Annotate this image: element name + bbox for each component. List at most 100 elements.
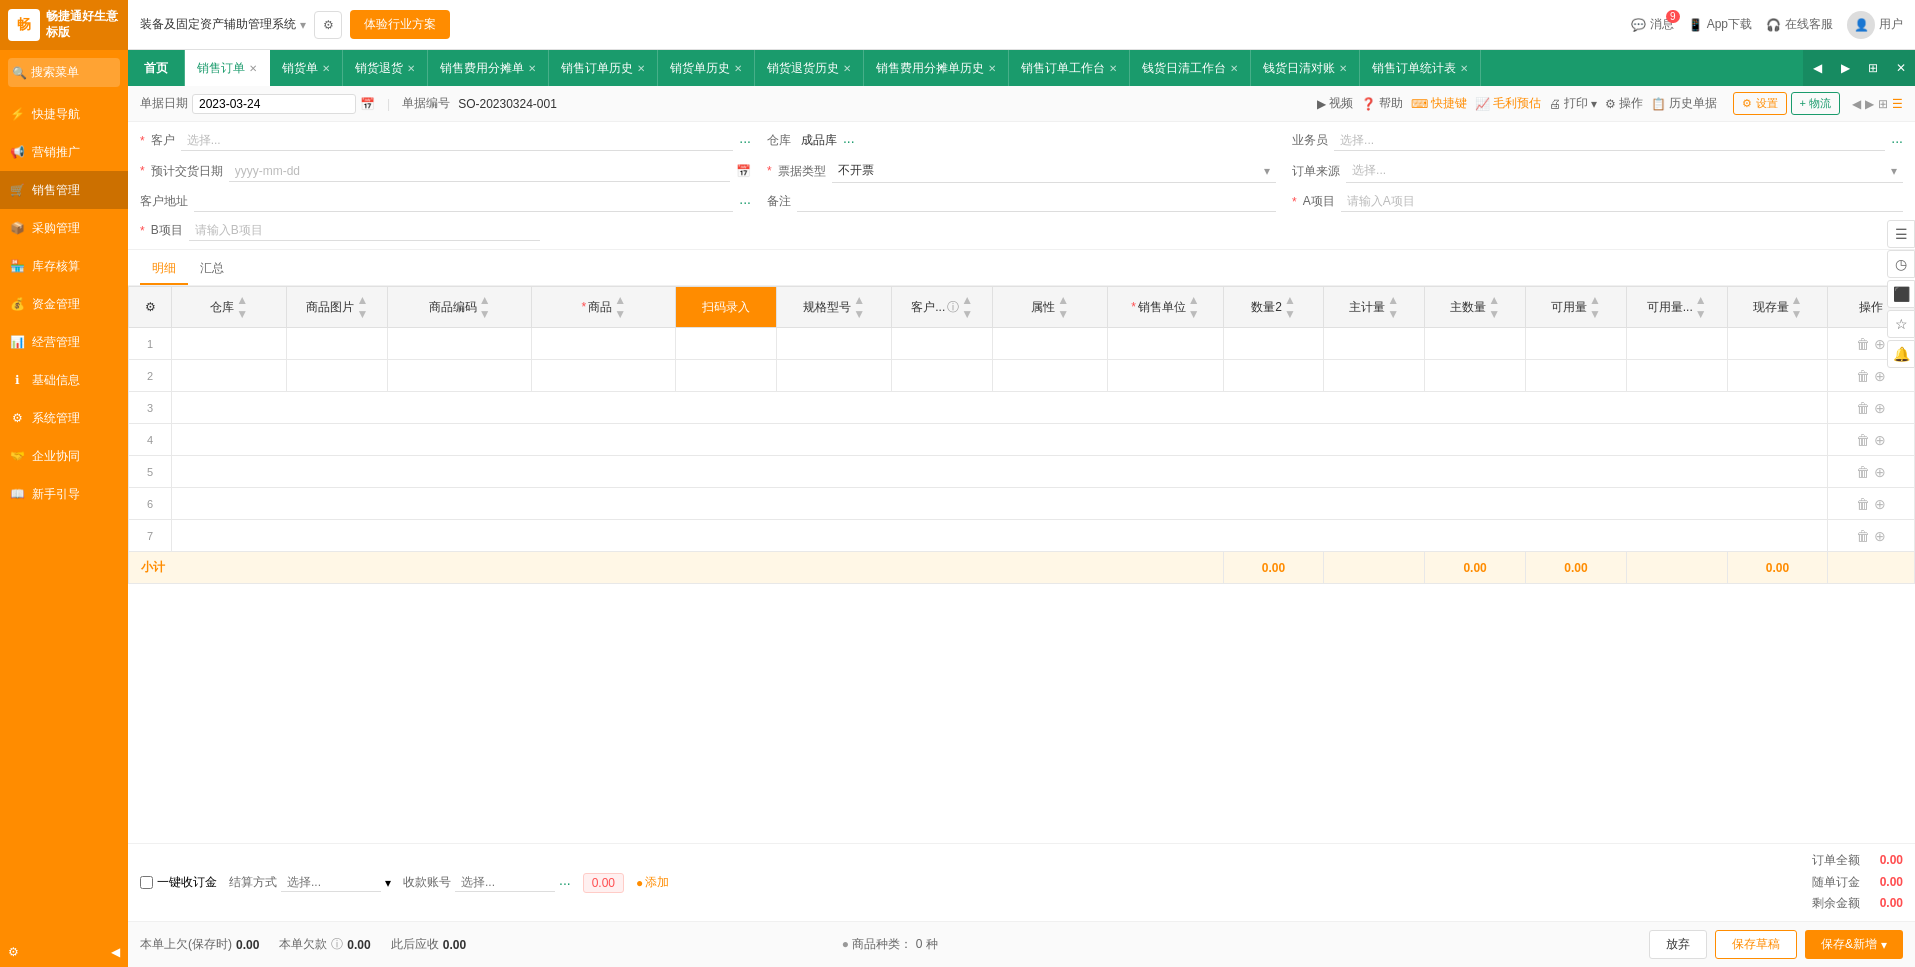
float-clock-btn[interactable]: ◷ — [1887, 250, 1915, 278]
tab-home[interactable]: 首页 — [128, 50, 185, 86]
tab-return-history[interactable]: 销货退货历史 ✕ — [755, 50, 864, 86]
video-btn[interactable]: ▶ 视频 — [1317, 95, 1353, 112]
sidebar-item-quicknav[interactable]: ⚡ 快捷导航 — [0, 95, 128, 133]
search-menu-button[interactable]: 🔍 搜索菜单 — [8, 58, 120, 87]
profit-estimate-btn[interactable]: 📈 毛利预估 — [1475, 95, 1541, 112]
tab-close-reconciliation[interactable]: ✕ — [1339, 63, 1347, 74]
copy-row-1-icon[interactable]: ⊕ — [1874, 336, 1886, 352]
sidebar-item-info[interactable]: ℹ 基础信息 — [0, 361, 128, 399]
tab-expand-icon[interactable]: ⊞ — [1859, 50, 1887, 86]
cell-spec-2[interactable] — [777, 360, 892, 392]
user-menu-button[interactable]: 👤 用户 — [1847, 11, 1903, 39]
cell-qty2-1[interactable] — [1223, 328, 1324, 360]
product-count-info-icon[interactable]: ● — [842, 937, 849, 951]
cell-image-2[interactable] — [287, 360, 388, 392]
save-dropdown-icon[interactable]: ▾ — [1881, 938, 1887, 952]
sort-icon-available2[interactable]: ▲▼ — [1695, 293, 1707, 321]
sidebar-item-purchase[interactable]: 📦 采购管理 — [0, 209, 128, 247]
cell-unit-2[interactable] — [1108, 360, 1223, 392]
tab-daily-workbench[interactable]: 钱货日清工作台 ✕ — [1130, 50, 1251, 86]
cell-avail2-1[interactable] — [1626, 328, 1727, 360]
add-payment-button[interactable]: ● 添加 — [636, 874, 669, 891]
cell-attr-2[interactable] — [993, 360, 1108, 392]
sort-icon-custcode[interactable]: ▲▼ — [961, 293, 973, 321]
a-project-input[interactable] — [1341, 191, 1903, 212]
tab-sales-order[interactable]: 销售订单 ✕ — [185, 50, 270, 86]
sort-icon-main-unit[interactable]: ▲▼ — [1387, 293, 1399, 321]
customer-more-icon[interactable]: ··· — [739, 133, 751, 149]
address-more-icon[interactable]: ··· — [739, 194, 751, 210]
save-new-button[interactable]: 保存&新增 ▾ — [1805, 930, 1903, 959]
next-record-icon[interactable]: ▶ — [1865, 97, 1874, 111]
sort-icon-spec[interactable]: ▲▼ — [853, 293, 865, 321]
date-input[interactable] — [192, 94, 356, 114]
delete-row-4-icon[interactable]: 🗑 — [1856, 432, 1870, 448]
delete-row-5-icon[interactable]: 🗑 — [1856, 464, 1870, 480]
sidebar-item-collab[interactable]: 🤝 企业协同 — [0, 437, 128, 475]
copy-row-5-icon[interactable]: ⊕ — [1874, 464, 1886, 480]
sort-icon-image[interactable]: ▲▼ — [356, 293, 368, 321]
cell-code-2[interactable] — [388, 360, 532, 392]
prev-record-icon[interactable]: ◀ — [1852, 97, 1861, 111]
cell-mainunit-2[interactable] — [1324, 360, 1425, 392]
tab-statistics[interactable]: 销售订单统计表 ✕ — [1360, 50, 1481, 86]
copy-row-6-icon[interactable]: ⊕ — [1874, 496, 1886, 512]
calendar-icon[interactable]: 📅 — [360, 97, 375, 111]
cell-mainqty-1[interactable] — [1425, 328, 1526, 360]
customer-address-input[interactable] — [194, 191, 733, 212]
sort-icon-product[interactable]: ▲▼ — [614, 293, 626, 321]
cell-spec-1[interactable] — [777, 328, 892, 360]
tab-close-daily-workbench[interactable]: ✕ — [1230, 63, 1238, 74]
b-project-input[interactable] — [189, 220, 540, 241]
delete-row-3-icon[interactable]: 🗑 — [1856, 400, 1870, 416]
action-btn[interactable]: ⚙ 操作 — [1605, 95, 1643, 112]
tab-close-invoice-history[interactable]: ✕ — [734, 63, 742, 74]
tab-invoice-history[interactable]: 销货单历史 ✕ — [658, 50, 755, 86]
tab-order-workbench[interactable]: 销售订单工作台 ✕ — [1009, 50, 1130, 86]
cell-image-1[interactable] — [287, 328, 388, 360]
float-menu-btn[interactable]: ☰ — [1887, 220, 1915, 248]
sort-icon-code[interactable]: ▲▼ — [479, 293, 491, 321]
grid-view-icon[interactable]: ⊞ — [1878, 97, 1888, 111]
online-service-button[interactable]: 🎧 在线客服 — [1766, 16, 1833, 33]
sort-icon-attribute[interactable]: ▲▼ — [1057, 293, 1069, 321]
invoice-type-select[interactable]: 不开票 ▾ — [832, 159, 1276, 183]
one-click-checkbox[interactable]: 一键收订金 — [140, 874, 217, 891]
collapse-icon[interactable]: ◀ — [111, 945, 120, 959]
staff-input[interactable] — [1334, 130, 1885, 151]
tab-close-sales-expense[interactable]: ✕ — [528, 63, 536, 74]
print-btn[interactable]: 🖨 打印 ▾ — [1549, 95, 1597, 112]
cell-scan-2[interactable] — [676, 360, 777, 392]
tab-sales-return[interactable]: 销货退货 ✕ — [343, 50, 428, 86]
sidebar-item-operation[interactable]: 📊 经营管理 — [0, 323, 128, 361]
cell-code-1[interactable] — [388, 328, 532, 360]
sidebar-item-guide[interactable]: 📖 新手引导 — [0, 475, 128, 513]
cell-qty2-2[interactable] — [1223, 360, 1324, 392]
save-draft-button[interactable]: 保存草稿 — [1715, 930, 1797, 959]
cell-warehouse-1[interactable] — [172, 328, 287, 360]
warehouse-more-icon[interactable]: ··· — [843, 133, 855, 149]
cell-product-1[interactable] — [532, 328, 676, 360]
copy-row-7-icon[interactable]: ⊕ — [1874, 528, 1886, 544]
cell-attr-1[interactable] — [993, 328, 1108, 360]
sort-icon-available[interactable]: ▲▼ — [1589, 293, 1601, 321]
cell-warehouse-2[interactable] — [172, 360, 287, 392]
settings-btn[interactable]: ⚙ 设置 — [1733, 92, 1786, 115]
tab-close-sales-order[interactable]: ✕ — [249, 63, 257, 74]
delivery-calendar-icon[interactable]: 📅 — [736, 164, 751, 178]
tab-close-sales-invoice[interactable]: ✕ — [322, 63, 330, 74]
sidebar-item-marketing[interactable]: 📢 营销推广 — [0, 133, 128, 171]
float-bell-btn[interactable]: 🔔 — [1887, 340, 1915, 368]
tab-next-arrow[interactable]: ▶ — [1831, 50, 1859, 86]
cell-avail-2[interactable] — [1526, 360, 1627, 392]
float-star-btn[interactable]: ☆ — [1887, 310, 1915, 338]
app-selector[interactable]: 装备及固定资产辅助管理系统 ▾ — [140, 16, 306, 33]
history-btn[interactable]: 📋 历史单据 — [1651, 95, 1717, 112]
sidebar-item-system[interactable]: ⚙ 系统管理 — [0, 399, 128, 437]
payment-method-input[interactable] — [281, 873, 381, 892]
delivery-date-input[interactable] — [229, 161, 730, 182]
copy-row-3-icon[interactable]: ⊕ — [1874, 400, 1886, 416]
tab-close-order-history[interactable]: ✕ — [637, 63, 645, 74]
current-debit-info-icon[interactable]: ⓘ — [331, 936, 343, 953]
add-product-btn[interactable]: + 物流 — [1791, 92, 1840, 115]
